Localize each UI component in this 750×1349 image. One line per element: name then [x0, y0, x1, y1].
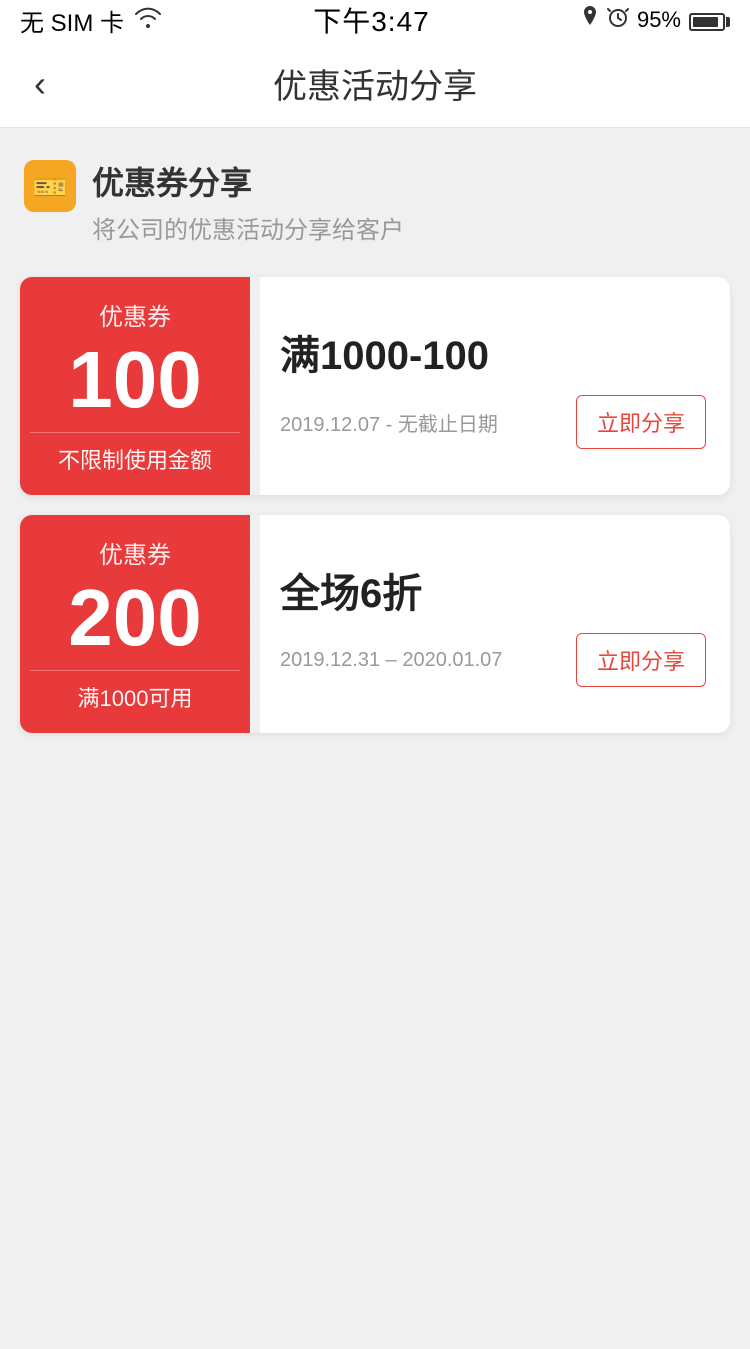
empty-space — [0, 749, 750, 1349]
coupon-right-2: 全场6折 2019.12.31 – 2020.01.07 立即分享 — [250, 515, 730, 733]
location-icon — [581, 6, 599, 34]
coupon-label-1: 优惠券 — [99, 297, 171, 332]
status-bar: 无 SIM 卡 下午3:47 95% — [0, 0, 750, 40]
section-header: 🎫 优惠券分享 将公司的优惠活动分享给客户 — [0, 128, 750, 261]
wifi-icon — [134, 6, 162, 35]
coupon-right-1: 满1000-100 2019.12.07 - 无截止日期 立即分享 — [250, 277, 730, 495]
coupon-left-2: 优惠券 200 满1000可用 — [20, 515, 250, 733]
coupon-card-2: 优惠券 200 满1000可用 全场6折 2019.12.31 – 2020.0… — [20, 515, 730, 733]
carrier-text: 无 SIM 卡 — [20, 3, 124, 38]
battery-icon — [689, 7, 730, 33]
coupon-date-2: 2019.12.31 – 2020.01.07 — [280, 649, 566, 672]
coupon-amount-1: 100 — [68, 340, 201, 420]
battery-percent: 95% — [637, 7, 681, 33]
share-button-1[interactable]: 立即分享 — [576, 395, 706, 449]
coupon-date-1: 2019.12.07 - 无截止日期 — [280, 408, 566, 437]
section-text: 优惠券分享 将公司的优惠活动分享给客户 — [92, 158, 404, 245]
coupon-label-2: 优惠券 — [99, 535, 171, 570]
coupon-card-1: 优惠券 100 不限制使用金额 满1000-100 2019.12.07 - 无… — [20, 277, 730, 495]
back-button[interactable]: ‹ — [24, 53, 56, 115]
section-subtitle: 将公司的优惠活动分享给客户 — [92, 210, 404, 245]
nav-title: 优惠活动分享 — [273, 59, 477, 108]
section-icon: 🎫 — [24, 160, 76, 212]
coupon-condition-1: 不限制使用金额 — [30, 432, 240, 475]
coupon-bottom-2: 2019.12.31 – 2020.01.07 立即分享 — [280, 633, 706, 687]
nav-bar: ‹ 优惠活动分享 — [0, 40, 750, 128]
coupon-left-1: 优惠券 100 不限制使用金额 — [20, 277, 250, 495]
alarm-icon — [607, 6, 629, 34]
coupon-bottom-1: 2019.12.07 - 无截止日期 立即分享 — [280, 395, 706, 449]
coupon-name-2: 全场6折 — [280, 561, 706, 619]
status-left: 无 SIM 卡 — [20, 3, 162, 38]
coupon-list: 优惠券 100 不限制使用金额 满1000-100 2019.12.07 - 无… — [0, 261, 750, 749]
share-button-2[interactable]: 立即分享 — [576, 633, 706, 687]
coupon-name-1: 满1000-100 — [280, 323, 706, 381]
status-time: 下午3:47 — [313, 0, 430, 40]
status-right: 95% — [581, 6, 730, 34]
coupon-condition-2: 满1000可用 — [30, 670, 240, 713]
coupon-amount-2: 200 — [68, 578, 201, 658]
section-title: 优惠券分享 — [92, 158, 404, 204]
